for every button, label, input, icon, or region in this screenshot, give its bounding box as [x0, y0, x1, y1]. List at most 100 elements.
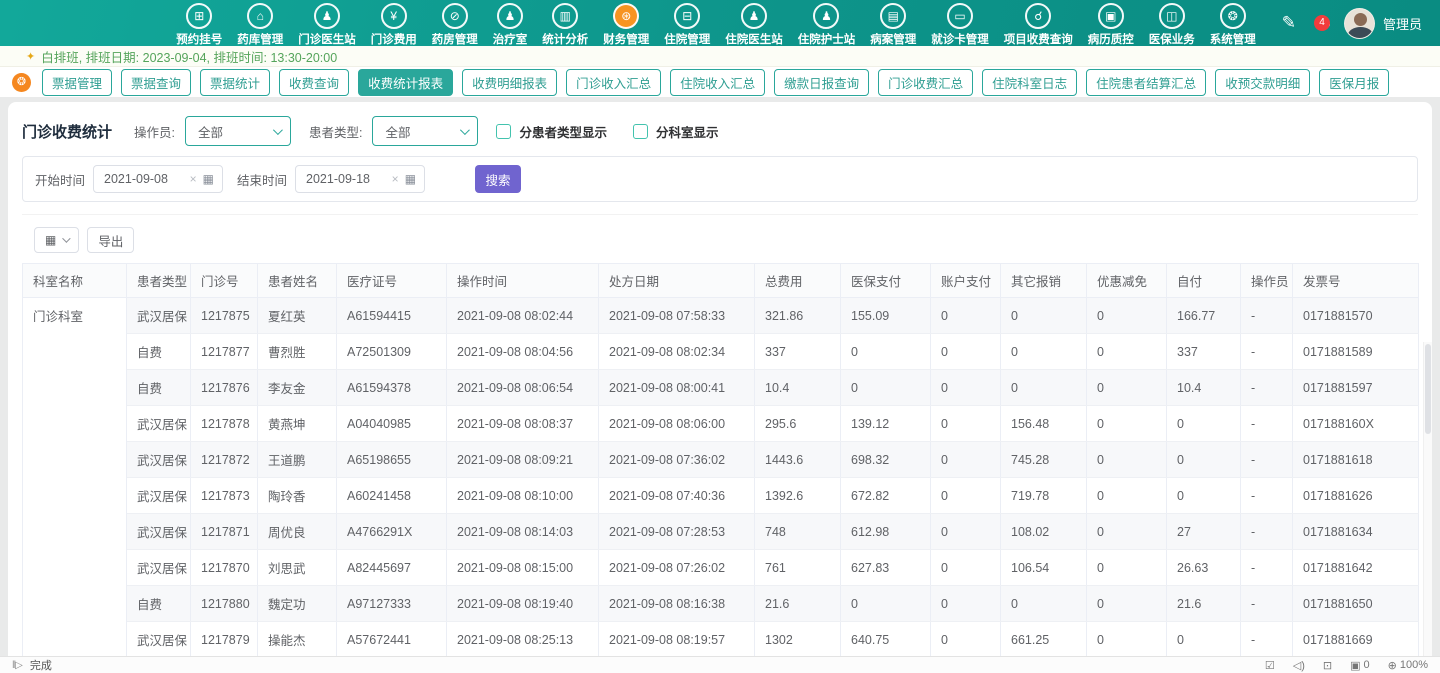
- checkbox-icon: [496, 124, 511, 139]
- module-item[interactable]: ⌂药库管理: [237, 0, 283, 47]
- printer-icon[interactable]: ⊡: [1323, 659, 1332, 672]
- column-header[interactable]: 自付: [1167, 264, 1241, 298]
- inpatient-doctor-icon: ♟: [741, 3, 767, 29]
- tab-item[interactable]: 收费统计报表: [358, 69, 453, 96]
- tab-item[interactable]: 缴款日报查询: [774, 69, 869, 96]
- column-header[interactable]: 患者类型: [127, 264, 191, 298]
- table-cell: 0: [1087, 514, 1167, 550]
- user-menu[interactable]: 管理员: [1344, 8, 1422, 39]
- column-header[interactable]: 其它报销: [1001, 264, 1087, 298]
- table-cell: 139.12: [841, 406, 931, 442]
- column-header[interactable]: 医保支付: [841, 264, 931, 298]
- table-row[interactable]: 自费1217877曹烈胜A725013092021-09-08 08:04:56…: [23, 334, 1419, 370]
- module-item[interactable]: ▣病历质控: [1088, 0, 1134, 47]
- calendar-icon[interactable]: ▦: [203, 172, 214, 186]
- module-item[interactable]: ◫医保业务: [1149, 0, 1195, 47]
- bed-icon: ⊟: [674, 3, 700, 29]
- tab-item[interactable]: 住院患者结算汇总: [1086, 69, 1206, 96]
- tab-item[interactable]: 门诊收费汇总: [878, 69, 973, 96]
- tab-item[interactable]: 票据查询: [121, 69, 191, 96]
- column-header[interactable]: 优惠减免: [1087, 264, 1167, 298]
- start-date-input[interactable]: 2021-09-08 × ▦: [93, 165, 223, 193]
- table-row[interactable]: 武汉居保1217878黄燕坤A040409852021-09-08 08:08:…: [23, 406, 1419, 442]
- column-header[interactable]: 患者姓名: [258, 264, 337, 298]
- tab-item[interactable]: 收预交款明细: [1215, 69, 1310, 96]
- warehouse-icon: ⌂: [247, 3, 273, 29]
- table-cell: 10.4: [1167, 370, 1241, 406]
- check-icon[interactable]: ☑: [1265, 659, 1275, 672]
- table-cell: 1302: [755, 622, 841, 657]
- column-header[interactable]: 门诊号: [191, 264, 258, 298]
- tab-item[interactable]: 收费查询: [279, 69, 349, 96]
- tab-item[interactable]: 票据管理: [42, 69, 112, 96]
- column-header[interactable]: 处方日期: [599, 264, 755, 298]
- vertical-scrollbar[interactable]: [1423, 342, 1432, 656]
- calendar-icon[interactable]: ▦: [405, 172, 416, 186]
- table-row[interactable]: 武汉居保1217870刘思武A824456972021-09-08 08:15:…: [23, 550, 1419, 586]
- zoom-icon[interactable]: ⊕100%: [1388, 659, 1428, 672]
- search-doc-icon: ☌: [1025, 3, 1051, 29]
- column-header[interactable]: 操作时间: [447, 264, 599, 298]
- module-item[interactable]: ▤病案管理: [870, 0, 916, 47]
- table-cell: -: [1241, 586, 1293, 622]
- table-cell: 661.25: [1001, 622, 1087, 657]
- chevron-down-icon: [460, 125, 470, 135]
- search-button[interactable]: 搜索: [475, 165, 521, 193]
- tabbar-gear-icon[interactable]: ❂: [12, 73, 31, 92]
- clear-icon[interactable]: ×: [190, 172, 197, 186]
- scrollbar-thumb[interactable]: [1425, 344, 1431, 434]
- tab-item[interactable]: 医保月报: [1319, 69, 1389, 96]
- end-date-input[interactable]: 2021-09-18 × ▦: [295, 165, 425, 193]
- table-row[interactable]: 自费1217880魏定功A971273332021-09-08 08:19:40…: [23, 586, 1419, 622]
- column-header[interactable]: 账户支付: [931, 264, 1001, 298]
- table-row[interactable]: 武汉居保1217873陶玲香A602414582021-09-08 08:10:…: [23, 478, 1419, 514]
- module-label: 医保业务: [1149, 31, 1195, 47]
- tab-item[interactable]: 住院收入汇总: [670, 69, 765, 96]
- column-header[interactable]: 发票号: [1293, 264, 1419, 298]
- table-cell: 2021-09-08 08:06:00: [599, 406, 755, 442]
- table-cell: A04040985: [337, 406, 447, 442]
- speaker-icon[interactable]: ◁): [1293, 659, 1305, 672]
- export-button[interactable]: 导出: [87, 227, 134, 253]
- module-item[interactable]: ¥门诊费用: [371, 0, 417, 47]
- table-row[interactable]: 武汉居保1217871周优良A4766291X2021-09-08 08:14:…: [23, 514, 1419, 550]
- module-item[interactable]: ♟门诊医生站: [298, 0, 356, 47]
- column-header[interactable]: 医疗证号: [337, 264, 447, 298]
- table-cell: 719.78: [1001, 478, 1087, 514]
- module-item[interactable]: ♟住院医生站: [725, 0, 783, 47]
- module-item[interactable]: ▥统计分析: [542, 0, 588, 47]
- tab-item[interactable]: 票据统计: [200, 69, 270, 96]
- module-item[interactable]: ♟住院护士站: [798, 0, 856, 47]
- column-header[interactable]: 总费用: [755, 264, 841, 298]
- module-item[interactable]: ▭就诊卡管理: [931, 0, 989, 47]
- table-cell: 2021-09-08 07:26:02: [599, 550, 755, 586]
- module-item[interactable]: ❂系统管理: [1210, 0, 1256, 47]
- module-item[interactable]: ☌项目收费查询: [1004, 0, 1073, 47]
- edit-pencil-icon[interactable]: ✎: [1282, 13, 1296, 33]
- column-header[interactable]: 科室名称: [23, 264, 127, 298]
- tab-item[interactable]: 住院科室日志: [982, 69, 1077, 96]
- module-item[interactable]: ⊞预约挂号: [176, 0, 222, 47]
- table-row[interactable]: 武汉居保1217872王道鹏A651986552021-09-08 08:09:…: [23, 442, 1419, 478]
- column-header[interactable]: 操作员: [1241, 264, 1293, 298]
- counter-icon[interactable]: ▣0: [1350, 659, 1370, 672]
- by-patient-type-checkbox[interactable]: 分患者类型显示: [496, 122, 607, 141]
- notification-badge: 4: [1314, 15, 1330, 31]
- table-row[interactable]: 门诊科室武汉居保1217875夏红英A615944152021-09-08 08…: [23, 298, 1419, 334]
- tab-item[interactable]: 门诊收入汇总: [566, 69, 661, 96]
- tab-item[interactable]: 收费明细报表: [462, 69, 557, 96]
- table-row[interactable]: 武汉居保1217879操能杰A576724412021-09-08 08:25:…: [23, 622, 1419, 657]
- printer-icon-glyph: ⊡: [1323, 659, 1332, 672]
- column-settings-button[interactable]: ▦: [34, 227, 79, 253]
- by-department-checkbox[interactable]: 分科室显示: [633, 122, 719, 141]
- table-row[interactable]: 自费1217876李友金A615943782021-09-08 08:06:54…: [23, 370, 1419, 406]
- operator-select[interactable]: 全部: [185, 116, 291, 146]
- module-item[interactable]: ⊛财务管理: [603, 0, 649, 47]
- pill-icon: ⊘: [442, 3, 468, 29]
- clear-icon[interactable]: ×: [392, 172, 399, 186]
- module-item[interactable]: ♟治疗室: [493, 0, 528, 47]
- table-cell: 017188160X: [1293, 406, 1419, 442]
- module-item[interactable]: ⊘药房管理: [432, 0, 478, 47]
- module-item[interactable]: ⊟住院管理: [664, 0, 710, 47]
- patient-type-select[interactable]: 全部: [372, 116, 478, 146]
